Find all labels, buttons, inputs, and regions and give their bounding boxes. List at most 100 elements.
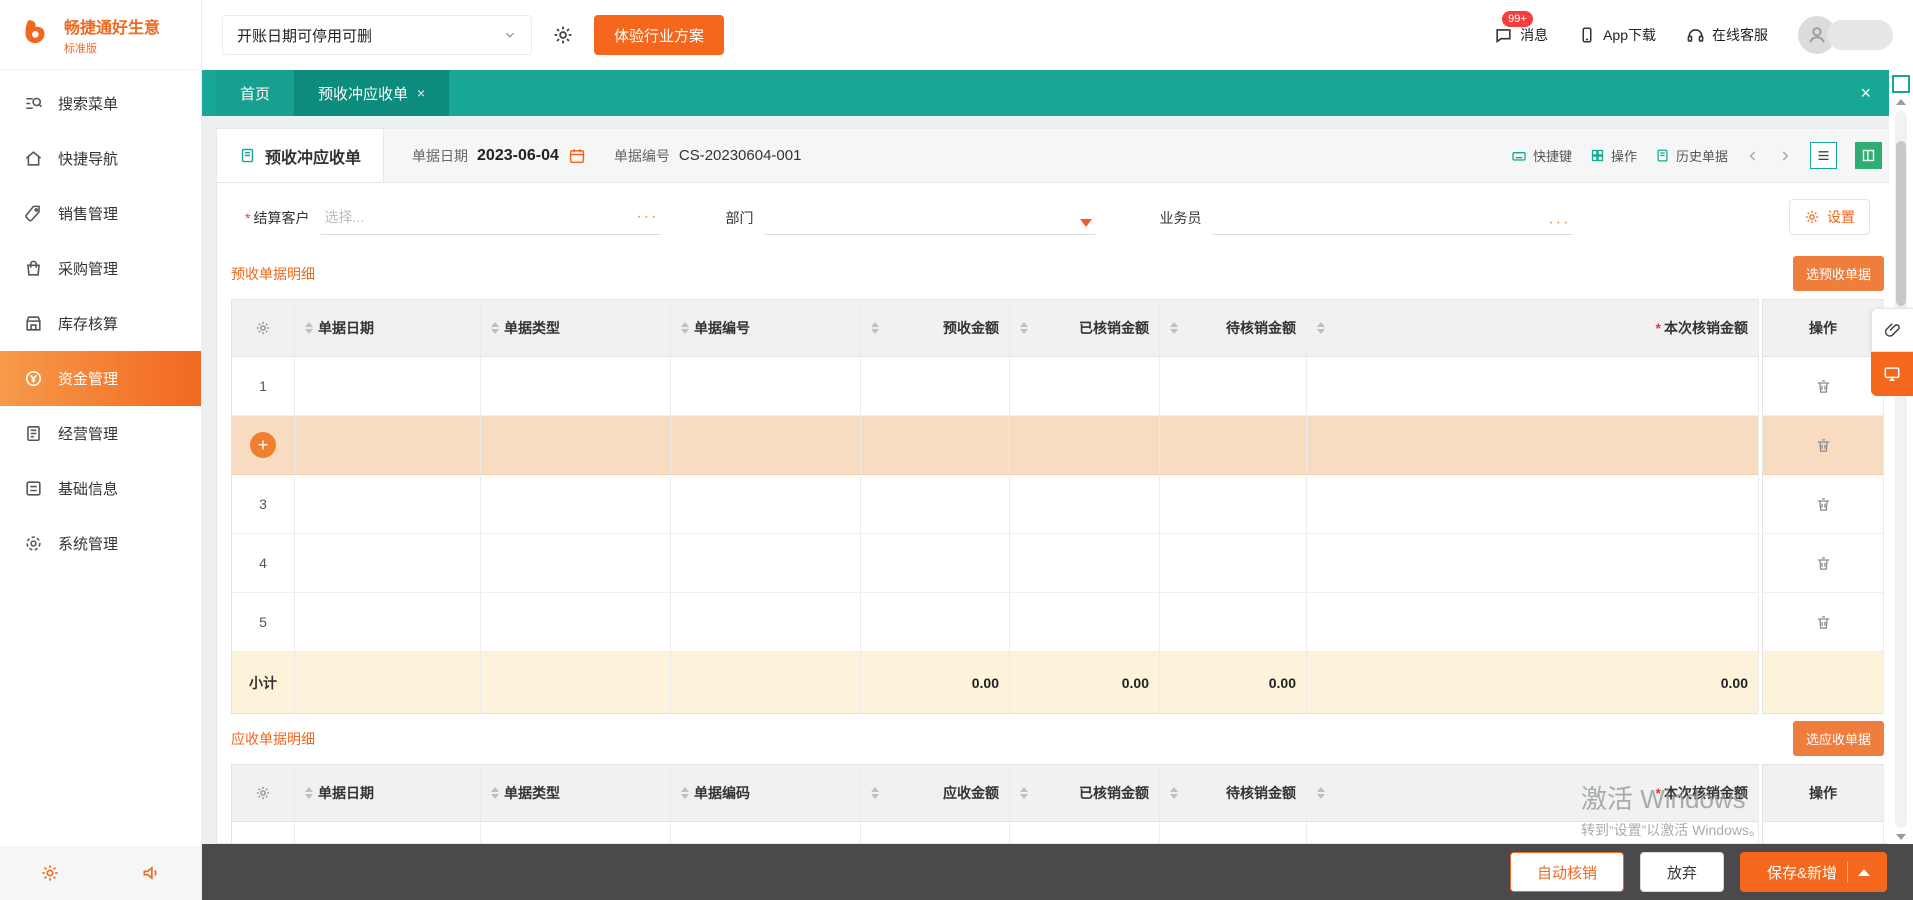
cell-writtenoff-amount[interactable] [1010,822,1160,844]
column-settings-cell[interactable] [231,299,295,357]
sort-icon[interactable] [681,787,689,799]
cell-current-writeoff[interactable] [1307,475,1759,534]
chevron-left-icon[interactable] [1746,149,1760,163]
sort-icon[interactable] [871,322,879,334]
customer-input[interactable]: 选择... ··· [321,203,661,235]
cell-prepaid-amount[interactable] [861,475,1010,534]
sort-icon[interactable] [1020,322,1028,334]
column-header-number[interactable]: 单据编码 [671,764,861,822]
sidebar-item-search-menu[interactable]: 搜索菜单 [0,76,201,131]
scrollbar-track[interactable] [1895,111,1907,828]
column-header-type[interactable]: 单据类型 [481,764,671,822]
messages-item[interactable]: 99+ 消息 [1494,25,1548,45]
trash-icon[interactable] [1815,555,1832,572]
operation-menu-button[interactable]: 操作 [1590,146,1637,165]
cell-current-writeoff[interactable] [1307,357,1759,416]
cell-writtenoff-amount[interactable] [1010,475,1160,534]
sidebar-item-business[interactable]: 经营管理 [0,406,201,461]
salesman-input[interactable]: ··· [1213,215,1573,235]
cell-type[interactable] [481,534,671,593]
attachment-float-button[interactable] [1871,308,1913,352]
column-header-date[interactable]: 单据日期 [295,764,481,822]
trash-icon[interactable] [1815,843,1832,845]
sort-icon[interactable] [491,787,499,799]
history-docs-button[interactable]: 历史单据 [1655,146,1728,165]
lookup-dots-icon[interactable]: ··· [1548,219,1570,227]
cell-type[interactable] [481,822,671,844]
cell-current-writeoff[interactable] [1307,416,1759,475]
restore-window-icon[interactable] [1892,75,1910,93]
cell-type[interactable] [481,416,671,475]
cell-number[interactable] [671,475,861,534]
column-header-current-writeoff[interactable]: *本次核销金额 [1307,764,1759,822]
calendar-icon[interactable] [568,147,586,165]
cell-number[interactable] [671,416,861,475]
add-row-button[interactable]: + [250,432,276,458]
cell-type[interactable] [481,593,671,652]
sidebar-item-basic-info[interactable]: 基础信息 [0,461,201,516]
sort-icon[interactable] [681,322,689,334]
cell-writtenoff-amount[interactable] [1010,593,1160,652]
save-and-new-button[interactable]: 保存&新增 [1740,852,1887,892]
select-prepaid-docs-button[interactable]: 选预收单据 [1793,256,1884,291]
cell-pending-amount[interactable] [1160,822,1307,844]
list-view-button[interactable] [1810,142,1837,169]
scrollbar-thumb[interactable] [1896,141,1906,306]
scroll-down-arrow[interactable] [1896,834,1906,840]
app-download-item[interactable]: App下载 [1578,25,1656,45]
sort-icon[interactable] [871,787,879,799]
column-header-date[interactable]: 单据日期 [295,299,481,357]
department-input[interactable] [765,215,1095,235]
dropdown-caret-icon[interactable] [1080,219,1092,227]
column-header-prepaid-amount[interactable]: 预收金额 [861,299,1010,357]
cell-type[interactable] [481,357,671,416]
gear-icon[interactable] [40,863,60,883]
sidebar-item-funds[interactable]: 资金管理 [0,351,201,406]
discard-button[interactable]: 放弃 [1640,852,1724,892]
cell-current-writeoff[interactable] [1307,593,1759,652]
cell-prepaid-amount[interactable] [861,357,1010,416]
gear-icon[interactable] [552,24,574,46]
sort-icon[interactable] [1317,787,1325,799]
cell-pending-amount[interactable] [1160,475,1307,534]
user-account[interactable] [1798,16,1893,54]
column-header-writtenoff-amount[interactable]: 已核销金额 [1010,299,1160,357]
column-header-type[interactable]: 单据类型 [481,299,671,357]
cell-current-writeoff[interactable] [1307,822,1759,844]
column-header-writtenoff-amount[interactable]: 已核销金额 [1010,764,1160,822]
sidebar-item-quick-nav[interactable]: 快捷导航 [0,131,201,186]
cell-date[interactable] [295,475,481,534]
cell-writtenoff-amount[interactable] [1010,534,1160,593]
column-header-current-writeoff[interactable]: *本次核销金额 [1307,299,1759,357]
sidebar-item-inventory[interactable]: 库存核算 [0,296,201,351]
cell-prepaid-amount[interactable] [861,534,1010,593]
trial-solution-button[interactable]: 体验行业方案 [594,15,724,55]
cell-pending-amount[interactable] [1160,593,1307,652]
sidebar-item-purchase[interactable]: 采购管理 [0,241,201,296]
sort-icon[interactable] [305,787,313,799]
lookup-dots-icon[interactable]: ··· [636,213,658,221]
tab-home[interactable]: 首页 [216,70,294,116]
cell-prepaid-amount[interactable] [861,593,1010,652]
sort-icon[interactable] [491,322,499,334]
column-header-pending-amount[interactable]: 待核销金额 [1160,764,1307,822]
trash-icon[interactable] [1815,496,1832,513]
cell-number[interactable] [671,534,861,593]
cell-number[interactable] [671,357,861,416]
feedback-float-button[interactable] [1871,352,1913,396]
sort-icon[interactable] [305,322,313,334]
online-service-item[interactable]: 在线客服 [1686,25,1768,45]
period-dropdown[interactable]: 开账日期可停用可删 [222,15,532,55]
sort-icon[interactable] [1020,787,1028,799]
form-view-button[interactable] [1855,142,1882,169]
settings-button[interactable]: 设置 [1789,199,1870,235]
cell-pending-amount[interactable] [1160,416,1307,475]
trash-icon[interactable] [1815,437,1832,454]
column-header-pending-amount[interactable]: 待核销金额 [1160,299,1307,357]
tab-close-icon[interactable]: × [417,85,425,101]
sort-icon[interactable] [1170,787,1178,799]
cell-date[interactable] [295,534,481,593]
trash-icon[interactable] [1815,378,1832,395]
tab-prepaid-writeoff[interactable]: 预收冲应收单 × [294,70,449,116]
trash-icon[interactable] [1815,614,1832,631]
